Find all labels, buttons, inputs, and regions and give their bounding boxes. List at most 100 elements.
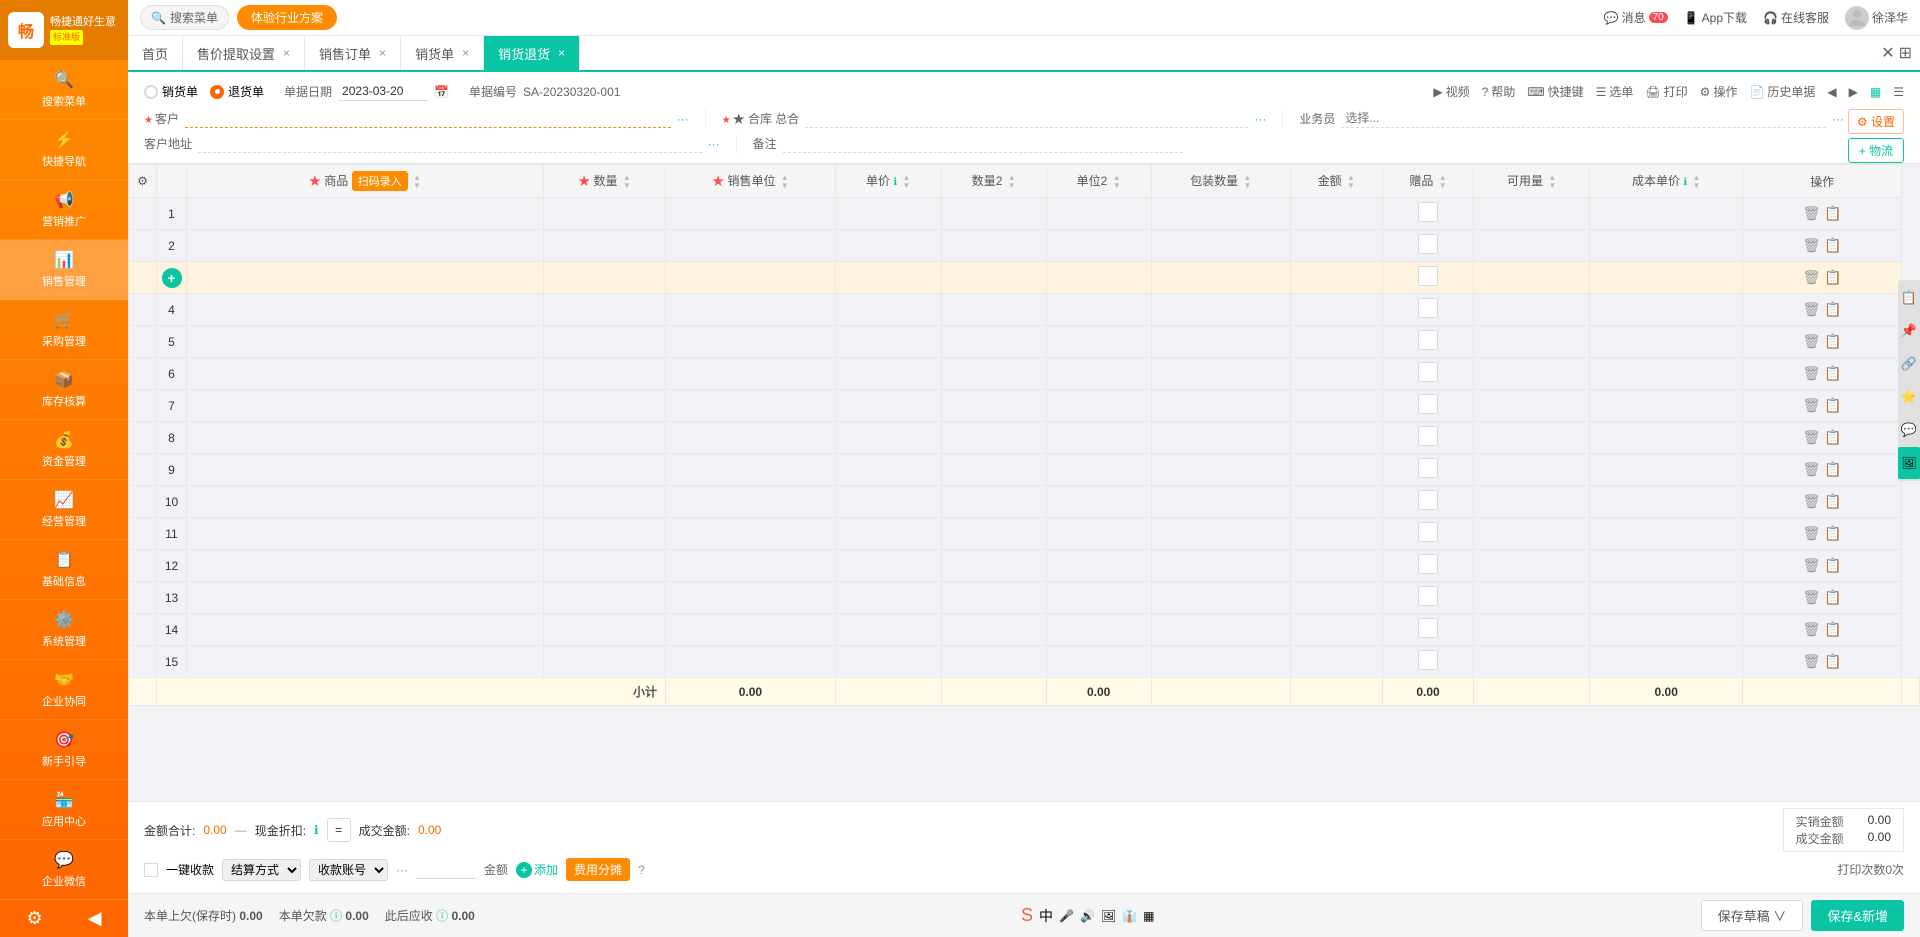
row-unit-5[interactable] bbox=[666, 326, 836, 358]
tab-price-settings[interactable]: 售价提取设置 × bbox=[183, 36, 305, 70]
row-cost-9[interactable] bbox=[1589, 454, 1743, 486]
row-price-8[interactable] bbox=[835, 422, 941, 454]
row-cost-1[interactable] bbox=[1589, 198, 1743, 230]
row-qty2-11[interactable] bbox=[941, 518, 1046, 550]
collapse-icon[interactable]: ◀ bbox=[88, 908, 102, 929]
message-btn[interactable]: 💬 消息 70 bbox=[1604, 9, 1668, 26]
row-unit2-2[interactable] bbox=[1046, 230, 1151, 262]
row-goods-9[interactable] bbox=[187, 454, 544, 486]
row-delete-5[interactable]: 🗑 bbox=[1801, 333, 1823, 350]
row-available-5[interactable] bbox=[1474, 326, 1590, 358]
sidebar-item-sales[interactable]: 📊 销售管理 bbox=[0, 240, 128, 300]
row-cost-13[interactable] bbox=[1589, 582, 1743, 614]
sidebar-item-quicknav[interactable]: ⚡ 快捷导航 bbox=[0, 120, 128, 180]
row-unit-3[interactable] bbox=[666, 262, 836, 294]
history-next-icon[interactable]: ▶ bbox=[1849, 85, 1858, 99]
row-pack-4[interactable] bbox=[1151, 294, 1290, 326]
row-available-2[interactable] bbox=[1474, 230, 1590, 262]
row-cost-5[interactable] bbox=[1589, 326, 1743, 358]
row-goods-11[interactable] bbox=[187, 518, 544, 550]
row-delete-15[interactable]: 🗑 bbox=[1801, 653, 1823, 670]
row-pack-7[interactable] bbox=[1151, 390, 1290, 422]
row-copy-9[interactable]: 📋 bbox=[1822, 461, 1843, 478]
gift-checkbox-14[interactable] bbox=[1418, 618, 1438, 638]
fee-help-icon[interactable]: ? bbox=[638, 863, 645, 877]
radio-return[interactable]: 退货单 bbox=[210, 83, 264, 100]
row-price-10[interactable] bbox=[835, 486, 941, 518]
row-delete-8[interactable]: 🗑 bbox=[1801, 429, 1823, 446]
gift-checkbox-10[interactable] bbox=[1418, 490, 1438, 510]
row-goods-8[interactable] bbox=[187, 422, 544, 454]
row-copy-10[interactable]: 📋 bbox=[1822, 493, 1843, 510]
unit-sort-icon[interactable]: ▲▼ bbox=[781, 174, 789, 190]
row-pack-14[interactable] bbox=[1151, 614, 1290, 646]
row-qty2-15[interactable] bbox=[941, 646, 1046, 678]
row-amount-7[interactable] bbox=[1290, 390, 1382, 422]
row-qty2-12[interactable] bbox=[941, 550, 1046, 582]
qty-sort-icon[interactable]: ▲▼ bbox=[623, 174, 631, 190]
row-copy-13[interactable]: 📋 bbox=[1822, 589, 1843, 606]
row-delete-10[interactable]: 🗑 bbox=[1801, 493, 1823, 510]
gift-checkbox-12[interactable] bbox=[1418, 554, 1438, 574]
right-panel-btn-5[interactable]: 💬 bbox=[1898, 414, 1920, 446]
row-goods-10[interactable] bbox=[187, 486, 544, 518]
row-unit2-1[interactable] bbox=[1046, 198, 1151, 230]
sidebar-item-system[interactable]: ⚙️ 系统管理 bbox=[0, 600, 128, 660]
row-cost-15[interactable] bbox=[1589, 646, 1743, 678]
row-pack-13[interactable] bbox=[1151, 582, 1290, 614]
row-goods-1[interactable] bbox=[187, 198, 544, 230]
amount-sort-icon[interactable]: ▲▼ bbox=[1347, 174, 1355, 190]
th-gear[interactable]: ⚙ bbox=[129, 165, 157, 198]
row-qty-8[interactable] bbox=[543, 422, 665, 454]
row-unit-8[interactable] bbox=[666, 422, 836, 454]
row-pack-1[interactable] bbox=[1151, 198, 1290, 230]
row-qty-13[interactable] bbox=[543, 582, 665, 614]
row-qty-9[interactable] bbox=[543, 454, 665, 486]
row-qty2-13[interactable] bbox=[941, 582, 1046, 614]
warehouse-input[interactable] bbox=[805, 109, 1248, 128]
unit2-sort-icon[interactable]: ▲▼ bbox=[1113, 174, 1121, 190]
right-panel-btn-4[interactable]: ⭐ bbox=[1898, 381, 1920, 413]
row-qty-1[interactable] bbox=[543, 198, 665, 230]
row-delete-9[interactable]: 🗑 bbox=[1801, 461, 1823, 478]
row-price-4[interactable] bbox=[835, 294, 941, 326]
row-pack-12[interactable] bbox=[1151, 550, 1290, 582]
gift-checkbox-8[interactable] bbox=[1418, 426, 1438, 446]
row-price-15[interactable] bbox=[835, 646, 941, 678]
row-qty2-5[interactable] bbox=[941, 326, 1046, 358]
row-cost-3[interactable] bbox=[1589, 262, 1743, 294]
row-pack-2[interactable] bbox=[1151, 230, 1290, 262]
add-row-btn[interactable]: + bbox=[162, 268, 182, 288]
row-gift-11[interactable] bbox=[1382, 518, 1474, 550]
row-available-4[interactable] bbox=[1474, 294, 1590, 326]
expand-icon[interactable]: ⊞ bbox=[1899, 43, 1912, 63]
row-gift-9[interactable] bbox=[1382, 454, 1474, 486]
row-amount-5[interactable] bbox=[1290, 326, 1382, 358]
row-gift-10[interactable] bbox=[1382, 486, 1474, 518]
sidebar-item-wechat[interactable]: 💬 企业微信 bbox=[0, 840, 128, 899]
scan-button[interactable]: 扫码录入 bbox=[352, 171, 408, 191]
row-unit2-15[interactable] bbox=[1046, 646, 1151, 678]
row-unit2-8[interactable] bbox=[1046, 422, 1151, 454]
row-qty2-3[interactable] bbox=[941, 262, 1046, 294]
right-panel-btn-3[interactable]: 🔗 bbox=[1898, 348, 1920, 380]
tab-home[interactable]: 首页 bbox=[128, 36, 183, 70]
search-menu[interactable]: 🔍 搜索菜单 bbox=[140, 5, 229, 30]
row-gift-2[interactable] bbox=[1382, 230, 1474, 262]
sidebar-item-operations[interactable]: 📈 经营管理 bbox=[0, 480, 128, 540]
row-copy-11[interactable]: 📋 bbox=[1822, 525, 1843, 542]
row-pack-9[interactable] bbox=[1151, 454, 1290, 486]
row-qty2-2[interactable] bbox=[941, 230, 1046, 262]
packqty-sort-icon[interactable]: ▲▼ bbox=[1244, 174, 1252, 190]
row-price-13[interactable] bbox=[835, 582, 941, 614]
settings-bottom-icon[interactable]: ⚙ bbox=[27, 908, 43, 929]
sidebar-item-marketing[interactable]: 📢 营销推广 bbox=[0, 180, 128, 240]
row-cost-2[interactable] bbox=[1589, 230, 1743, 262]
row-available-1[interactable] bbox=[1474, 198, 1590, 230]
qty2-sort-icon[interactable]: ▲▼ bbox=[1008, 174, 1016, 190]
row-goods-13[interactable] bbox=[187, 582, 544, 614]
row-price-3[interactable] bbox=[835, 262, 941, 294]
customer-input[interactable] bbox=[185, 109, 671, 128]
remark-input[interactable] bbox=[783, 134, 1183, 153]
row-unit-6[interactable] bbox=[666, 358, 836, 390]
